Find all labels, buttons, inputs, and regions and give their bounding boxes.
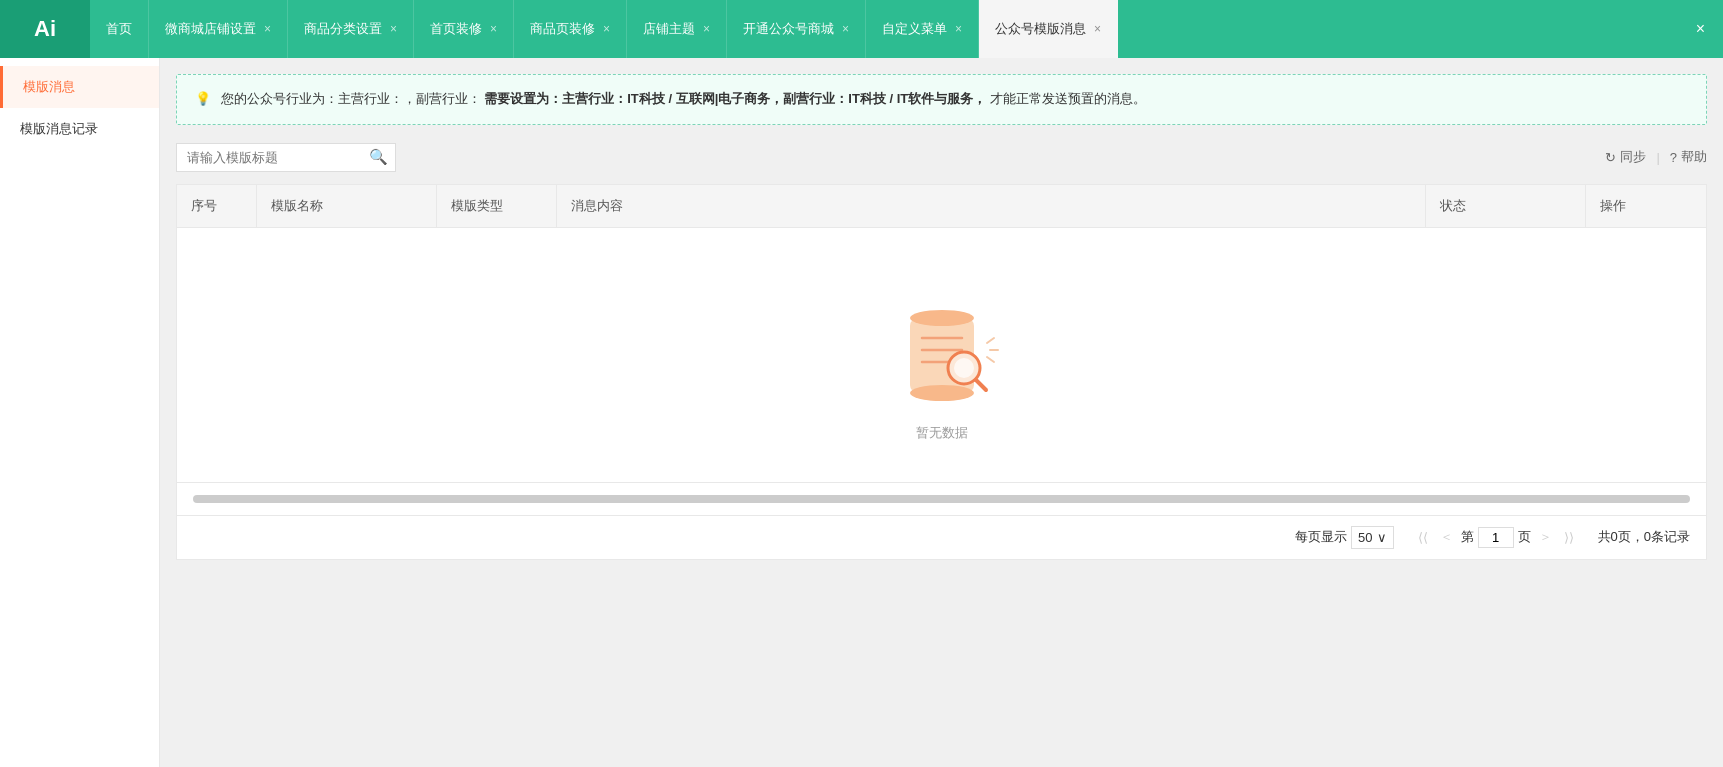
notice-icon: 💡 [195, 91, 211, 106]
col-header-type: 模版类型 [437, 185, 557, 227]
svg-line-10 [987, 338, 994, 343]
sync-button[interactable]: ↻ 同步 [1605, 148, 1646, 166]
tab-mall[interactable]: 开通公众号商城 × [727, 0, 866, 58]
prev-page-button[interactable]: ＜ [1436, 526, 1457, 548]
app-logo: Ai [0, 0, 90, 58]
svg-line-9 [976, 380, 986, 390]
sidebar-item-template-msg[interactable]: 模版消息 [0, 66, 159, 108]
tab-category[interactable]: 商品分类设置 × [288, 0, 414, 58]
search-input-wrap: 🔍 [176, 143, 396, 172]
sync-icon: ↻ [1605, 150, 1616, 165]
toolbar: 🔍 ↻ 同步 | ? 帮助 [176, 143, 1707, 172]
main-content: 💡 您的公众号行业为：主营行业：，副营行业： 需要设置为：主营行业：IT科技 /… [160, 58, 1723, 767]
close-tab-theme[interactable]: × [703, 22, 710, 36]
close-all-tabs-button[interactable]: × [1678, 0, 1723, 58]
notice-box: 💡 您的公众号行业为：主营行业：，副营行业： 需要设置为：主营行业：IT科技 /… [176, 74, 1707, 125]
search-input[interactable] [176, 143, 396, 172]
toolbar-right: ↻ 同步 | ? 帮助 [1605, 148, 1707, 166]
last-page-button[interactable]: ⟩⟩ [1560, 528, 1578, 547]
svg-line-12 [987, 357, 994, 362]
help-button[interactable]: ? 帮助 [1670, 148, 1707, 166]
tab-productpage[interactable]: 商品页装修 × [514, 0, 627, 58]
tab-theme[interactable]: 店铺主题 × [627, 0, 727, 58]
main-layout: 模版消息 模版消息记录 💡 您的公众号行业为：主营行业：，副营行业： 需要设置为… [0, 58, 1723, 767]
tab-weshop[interactable]: 微商城店铺设置 × [149, 0, 288, 58]
tab-templatemsg[interactable]: 公众号模版消息 × [979, 0, 1118, 58]
nav-tabs: 首页 微商城店铺设置 × 商品分类设置 × 首页装修 × 商品页装修 × 店铺主… [90, 0, 1678, 58]
empty-text: 暂无数据 [916, 424, 968, 442]
close-tab-productpage[interactable]: × [603, 22, 610, 36]
tab-home[interactable]: 首页 [90, 0, 149, 58]
close-tab-category[interactable]: × [390, 22, 397, 36]
close-tab-weshop[interactable]: × [264, 22, 271, 36]
col-header-name: 模版名称 [257, 185, 437, 227]
scrollbar-track[interactable] [193, 495, 1690, 503]
toolbar-divider: | [1656, 150, 1659, 165]
empty-state: 暂无数据 [177, 228, 1706, 482]
first-page-button[interactable]: ⟨⟨ [1414, 528, 1432, 547]
page-nav: ⟨⟨ ＜ 第 页 ＞ ⟩⟩ [1414, 526, 1578, 548]
close-tab-templatemsg[interactable]: × [1094, 22, 1101, 36]
close-tab-homepage[interactable]: × [490, 22, 497, 36]
col-header-action: 操作 [1586, 185, 1706, 227]
svg-point-3 [910, 385, 974, 401]
svg-point-2 [910, 310, 974, 326]
empty-illustration [882, 288, 1002, 408]
table-container: 序号 模版名称 模版类型 消息内容 状态 操作 [176, 184, 1707, 560]
chevron-down-icon: ∨ [1377, 530, 1387, 545]
svg-point-8 [954, 358, 974, 378]
tab-homepage[interactable]: 首页装修 × [414, 0, 514, 58]
close-tab-custommenu[interactable]: × [955, 22, 962, 36]
sidebar: 模版消息 模版消息记录 [0, 58, 160, 767]
page-size-dropdown[interactable]: 50 ∨ [1351, 526, 1393, 549]
col-header-index: 序号 [177, 185, 257, 227]
col-header-status: 状态 [1426, 185, 1586, 227]
col-header-content: 消息内容 [557, 185, 1426, 227]
next-page-button[interactable]: ＞ [1535, 526, 1556, 548]
table-header: 序号 模版名称 模版类型 消息内容 状态 操作 [177, 185, 1706, 228]
page-size-select: 每页显示 50 ∨ [1295, 526, 1393, 549]
search-icon[interactable]: 🔍 [369, 148, 388, 166]
page-total-label: 共0页，0条记录 [1598, 528, 1690, 546]
pagination: 每页显示 50 ∨ ⟨⟨ ＜ 第 页 ＞ ⟩⟩ 共0页，0条记录 [177, 515, 1706, 559]
tab-custommenu[interactable]: 自定义菜单 × [866, 0, 979, 58]
close-tab-mall[interactable]: × [842, 22, 849, 36]
search-area: 🔍 [176, 143, 396, 172]
page-number-input[interactable] [1478, 527, 1514, 548]
help-icon: ? [1670, 150, 1677, 165]
sidebar-item-template-msg-record[interactable]: 模版消息记录 [0, 108, 159, 150]
scrollbar-area [177, 482, 1706, 515]
top-nav: Ai 首页 微商城店铺设置 × 商品分类设置 × 首页装修 × 商品页装修 × … [0, 0, 1723, 58]
